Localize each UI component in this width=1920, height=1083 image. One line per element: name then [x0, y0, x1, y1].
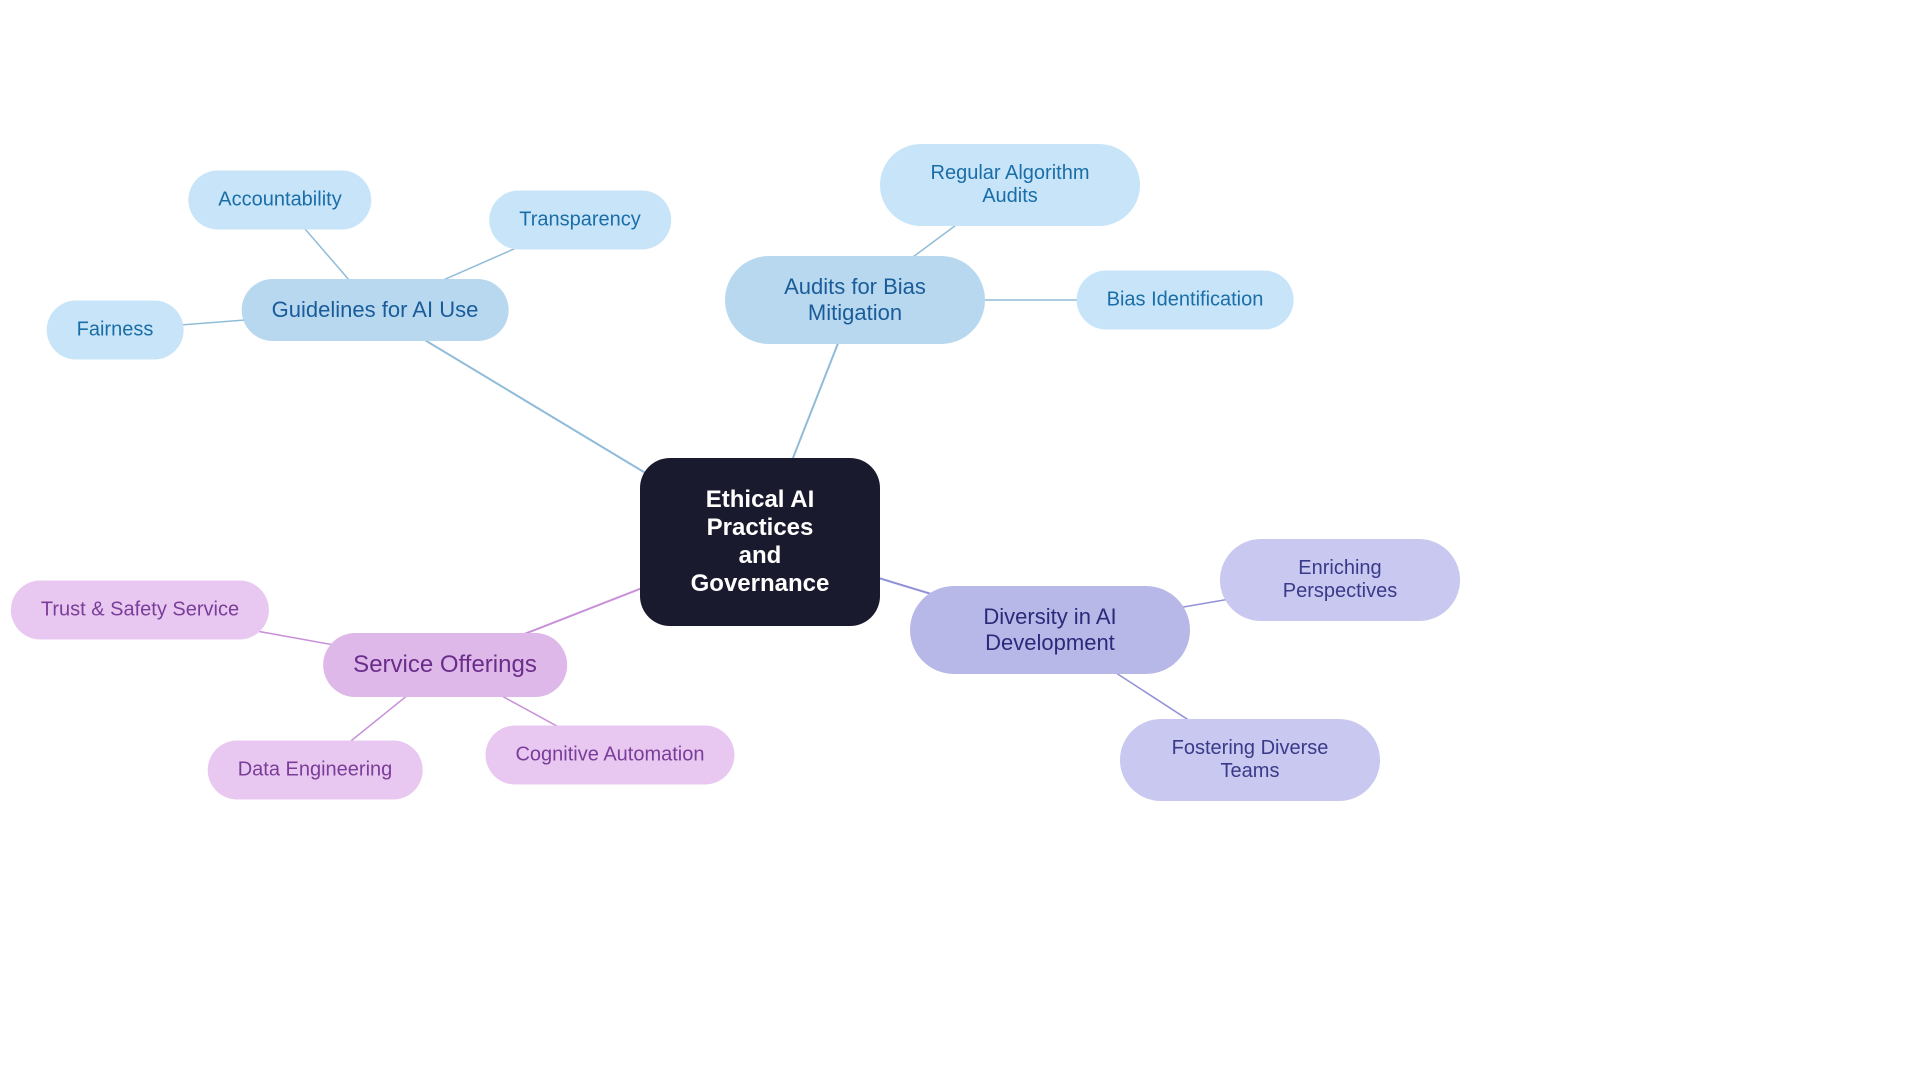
data-eng-node[interactable]: Data Engineering: [208, 741, 423, 800]
center-node[interactable]: Ethical AI Practices andGovernance: [640, 458, 880, 626]
enriching-node[interactable]: Enriching Perspectives: [1220, 539, 1460, 621]
trust-node[interactable]: Trust & Safety Service: [11, 581, 269, 640]
audits-node[interactable]: Audits for Bias Mitigation: [725, 256, 985, 344]
bias-id-node[interactable]: Bias Identification: [1077, 271, 1294, 330]
cognitive-node[interactable]: Cognitive Automation: [485, 726, 734, 785]
diversity-node[interactable]: Diversity in AI Development: [910, 586, 1190, 674]
fairness-node[interactable]: Fairness: [47, 301, 184, 360]
service-node[interactable]: Service Offerings: [323, 633, 567, 697]
transparency-node[interactable]: Transparency: [489, 191, 671, 250]
regular-audits-node[interactable]: Regular Algorithm Audits: [880, 144, 1140, 226]
accountability-node[interactable]: Accountability: [188, 171, 371, 230]
guidelines-node[interactable]: Guidelines for AI Use: [242, 279, 509, 341]
fostering-node[interactable]: Fostering Diverse Teams: [1120, 719, 1380, 801]
